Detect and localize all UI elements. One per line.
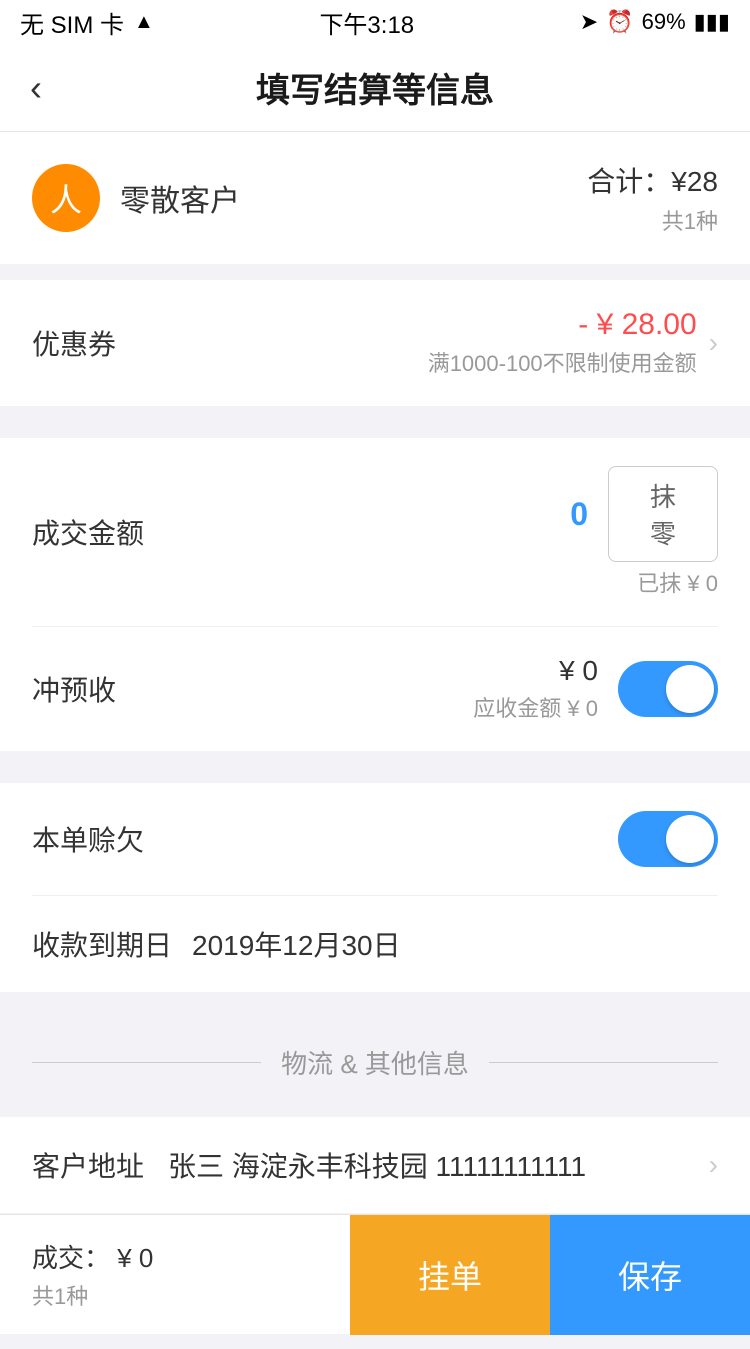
deal-form-section: 成交金额 抹零 已抹 ¥ 0 冲预收 ¥ 0 应收金额 ¥ 0 [0,438,750,751]
status-bar: 无 SIM 卡 ▲ 下午3:18 ➤ ⏰ 69% ▮▮▮ [0,0,750,44]
wifi-icon: ▲ [134,11,154,34]
bottom-deal-count: 共1种 [32,1279,318,1311]
due-date-row: 收款到期日 2019年12月30日 [32,895,718,992]
nav-bar: ‹ 填写结算等信息 [0,44,750,132]
bottom-deal-amount: 成交： ¥ 0 [32,1238,318,1275]
separator-3 [0,1008,750,1024]
status-time: 下午3:18 [319,5,414,40]
pre-receive-row: 冲预收 ¥ 0 应收金额 ¥ 0 [32,627,718,751]
due-date-value: 2019年12月30日 [192,924,401,964]
debt-label: 本单赊欠 [32,819,144,859]
toggle-knob [666,665,714,713]
separator-2 [0,767,750,783]
pre-receive-main-amount: ¥ 0 [473,655,598,687]
customer-name: 零散客户 [120,176,240,220]
coupon-discount: - ¥ 28.00 [428,308,697,342]
debt-row: 本单赊欠 [32,783,718,895]
coupon-section[interactable]: 优惠券 - ¥ 28.00 满1000-100不限制使用金额 › [0,280,750,406]
total-amount: 合计：¥28 [587,160,718,200]
logistics-title: 物流 & 其他信息 [281,1044,469,1081]
deal-amount-value-area: 抹零 已抹 ¥ 0 [152,466,718,598]
address-value: 张三 海淀永丰科技园 11111111111 [168,1145,693,1185]
address-label: 客户地址 [32,1145,152,1185]
alarm-icon: ⏰ [606,9,633,35]
address-row[interactable]: 客户地址 张三 海淀永丰科技园 11111111111 › [32,1117,718,1213]
bottom-deal-value: ¥ 0 [117,1243,153,1273]
coupon-label: 优惠券 [32,323,116,363]
location-icon: ➤ [580,9,598,35]
battery-text: 69% [642,9,686,35]
debt-toggle[interactable] [618,811,718,867]
customer-total: 合计：¥28 共1种 [587,160,718,236]
customer-section: 人 零散客户 合计：¥28 共1种 [0,132,750,264]
total-count: 共1种 [587,204,718,236]
save-button[interactable]: 保存 [550,1215,750,1335]
logistics-header: 物流 & 其他信息 [0,1024,750,1101]
status-left: 无 SIM 卡 ▲ [20,5,154,40]
debt-toggle-knob [666,815,714,863]
address-section: 客户地址 张三 海淀永丰科技园 11111111111 › [0,1117,750,1213]
round-off-button[interactable]: 抹零 [608,466,718,562]
coupon-info: - ¥ 28.00 满1000-100不限制使用金额 [428,308,697,378]
back-button[interactable]: ‹ [30,67,42,109]
logistics-line-right [489,1062,718,1063]
deal-amount-input-area: 抹零 [152,466,718,562]
already-deducted-text: 已抹 ¥ 0 [637,566,718,598]
nav-title: 填写结算等信息 [256,63,494,112]
pre-receive-right: ¥ 0 应收金额 ¥ 0 [473,655,718,723]
deal-amount-label: 成交金额 [32,512,152,552]
pre-receive-label: 冲预收 [32,669,116,709]
battery-icon: ▮▮▮ [694,9,730,35]
debt-section: 本单赊欠 收款到期日 2019年12月30日 [0,783,750,992]
status-right: ➤ ⏰ 69% ▮▮▮ [580,9,730,35]
bottom-deal-label: 成交： [32,1243,110,1273]
coupon-right: - ¥ 28.00 满1000-100不限制使用金额 › [428,308,718,378]
address-chevron-icon: › [709,1149,718,1181]
pre-receive-sub-amount: 应收金额 ¥ 0 [473,691,598,723]
pending-order-button[interactable]: 挂单 [350,1215,550,1335]
content: 人 零散客户 合计：¥28 共1种 优惠券 - ¥ 28.00 满1000-10… [0,132,750,1349]
bottom-bar: 成交： ¥ 0 共1种 挂单 保存 [0,1214,750,1334]
carrier-text: 无 SIM 卡 [20,5,124,40]
logistics-section: 物流 & 其他信息 [0,1024,750,1101]
bottom-info: 成交： ¥ 0 共1种 [0,1238,350,1311]
deal-amount-row: 成交金额 抹零 已抹 ¥ 0 [32,438,718,627]
deal-amount-input[interactable] [152,496,588,533]
customer-left: 人 零散客户 [32,164,240,232]
customer-avatar: 人 [32,164,100,232]
logistics-line-left [32,1062,261,1063]
pre-receive-toggle[interactable] [618,661,718,717]
separator-1 [0,422,750,438]
pre-receive-amounts: ¥ 0 应收金额 ¥ 0 [473,655,598,723]
due-date-label: 收款到期日 [32,924,172,964]
chevron-right-icon: › [709,327,718,359]
coupon-description: 满1000-100不限制使用金额 [428,346,697,378]
